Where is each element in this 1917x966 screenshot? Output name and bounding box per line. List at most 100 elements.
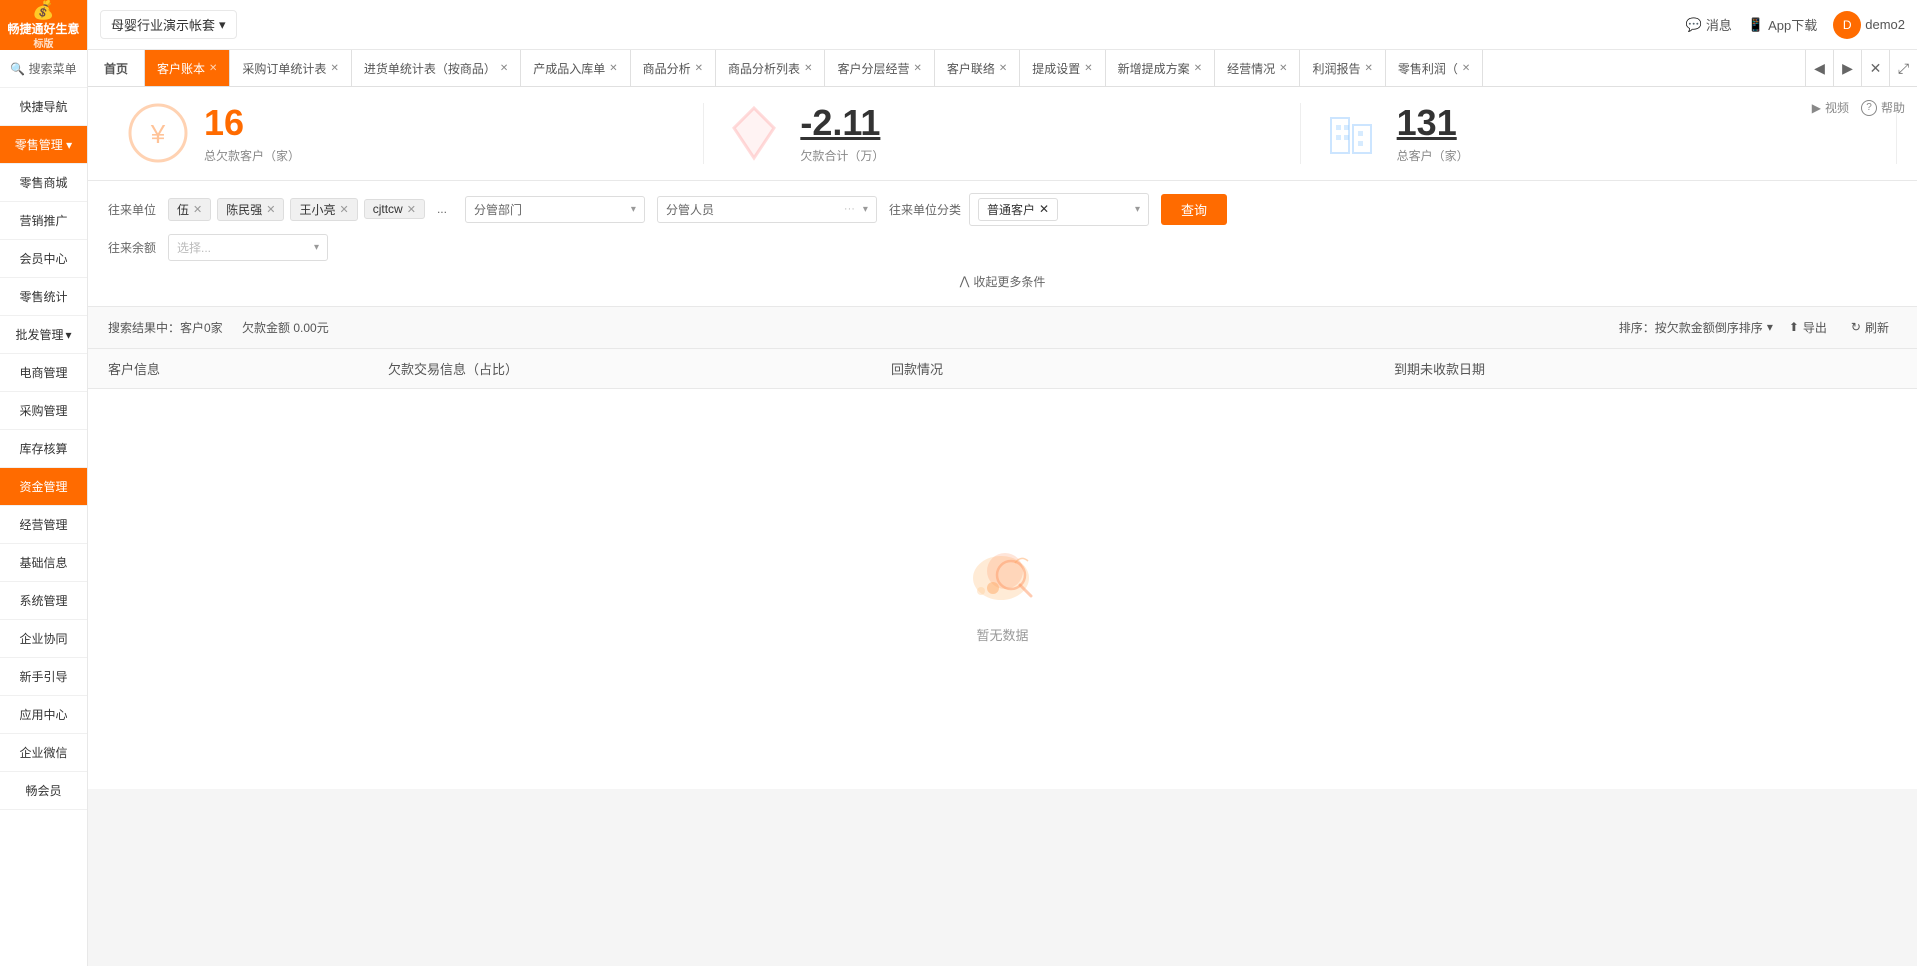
retail-mall-label: 零售商城 — [19, 176, 67, 190]
tab-profit-report-close-icon[interactable]: ✕ — [1365, 63, 1373, 74]
member-label: 会员中心 — [19, 252, 67, 266]
tab-business-status-close-icon[interactable]: ✕ — [1279, 63, 1287, 74]
sidebar-item-enterprise[interactable]: 企业协同 — [0, 620, 87, 658]
sidebar: 💰 畅捷通好生意 标版 🔍 搜索菜单 快捷导航 零售管理 ▾ 零售商城 营销推广… — [0, 0, 88, 966]
tab-close-all-button[interactable]: ✕ — [1861, 50, 1889, 86]
message-button[interactable]: 💬 消息 — [1686, 15, 1732, 34]
stat-icon-building — [1321, 103, 1381, 163]
account-dropdown[interactable]: 母婴行业演示帐套 ▾ — [100, 10, 237, 39]
sidebar-item-basic-info[interactable]: 基础信息 — [0, 544, 87, 582]
sidebar-item-app-center[interactable]: 应用中心 — [0, 696, 87, 734]
avatar: D — [1833, 11, 1861, 39]
tab-home[interactable]: 首页 — [88, 50, 145, 86]
tab-customer-segment[interactable]: 客户分层经营 ✕ — [825, 50, 934, 86]
sidebar-item-marketing[interactable]: 营销推广 — [0, 202, 87, 240]
tab-stock-stats[interactable]: 进货单统计表（按商品） ✕ — [352, 50, 521, 86]
person-filter-select[interactable]: 分管人员 ··· ▾ — [657, 196, 877, 223]
unit-tag-4[interactable]: cjttcw ✕ — [364, 199, 425, 219]
tab-product-analysis-list-close-icon[interactable]: ✕ — [804, 63, 812, 74]
query-button[interactable]: 查询 — [1161, 194, 1227, 225]
stat-value-total-customers[interactable]: 131 — [1397, 103, 1469, 143]
tab-retail-profit-close-icon[interactable]: ✕ — [1462, 63, 1470, 74]
sidebar-item-newbie[interactable]: 新手引导 — [0, 658, 87, 696]
sidebar-item-business-mgmt[interactable]: 经营管理 — [0, 506, 87, 544]
tab-product-stock-close-icon[interactable]: ✕ — [609, 63, 617, 74]
sidebar-item-member[interactable]: 会员中心 — [0, 240, 87, 278]
tab-profit-report[interactable]: 利润报告 ✕ — [1300, 50, 1385, 86]
sidebar-item-finance[interactable]: 资金管理 — [0, 468, 87, 506]
message-label: 消息 — [1706, 15, 1732, 34]
purchase-label: 采购管理 — [19, 404, 67, 418]
unit-more-tags-button[interactable]: ... — [431, 200, 453, 218]
ecommerce-label: 电商管理 — [19, 366, 67, 380]
tab-next-button[interactable]: ▶ — [1833, 50, 1861, 86]
inventory-label: 库存核算 — [19, 442, 67, 456]
stat-value-debt-amount[interactable]: -2.11 — [800, 103, 884, 143]
tab-customer-contact-label: 客户联络 — [947, 60, 995, 77]
person-filter-label: 分管人员 — [666, 201, 714, 218]
tab-product-stock[interactable]: 产成品入库单 ✕ — [521, 50, 630, 86]
dept-filter-select[interactable]: 分管部门 ▾ — [465, 196, 645, 223]
app-logo: 💰 畅捷通好生意 标版 — [0, 0, 87, 50]
app-download-button[interactable]: 📱 App下载 — [1748, 15, 1817, 34]
tab-business-status[interactable]: 经营情况 ✕ — [1215, 50, 1300, 86]
sidebar-item-purchase[interactable]: 采购管理 — [0, 392, 87, 430]
sidebar-item-ecommerce[interactable]: 电商管理 — [0, 354, 87, 392]
collapse-filter-button[interactable]: ⋀ 收起更多条件 — [108, 269, 1897, 294]
tab-retail-profit[interactable]: 零售利润（ ✕ — [1386, 50, 1483, 86]
tab-new-promotion[interactable]: 新增提成方案 ✕ — [1106, 50, 1215, 86]
refresh-button[interactable]: ↻ 刷新 — [1843, 315, 1897, 340]
video-help-button[interactable]: ▶ 视频 — [1812, 99, 1849, 116]
tab-maximize-button[interactable]: ⤢ — [1889, 50, 1917, 86]
unit-tag-3[interactable]: 王小亮 ✕ — [290, 198, 357, 221]
category-selected-tag[interactable]: 普通客户 ✕ — [978, 198, 1058, 221]
tab-customer-account[interactable]: 客户账本 ✕ — [145, 50, 230, 86]
tab-prev-button[interactable]: ◀ — [1805, 50, 1833, 86]
tab-customer-contact-close-icon[interactable]: ✕ — [999, 63, 1007, 74]
logo-icon: 💰 — [7, 0, 79, 22]
sidebar-quick-nav[interactable]: 快捷导航 — [0, 88, 87, 126]
category-tag-close-icon[interactable]: ✕ — [1039, 202, 1049, 216]
tab-customer-contact[interactable]: 客户联络 ✕ — [935, 50, 1020, 86]
unit-tag-2[interactable]: 陈民强 ✕ — [217, 198, 284, 221]
retail-arrow-icon: ▾ — [66, 138, 72, 152]
amount-filter-select[interactable]: 选择... ▾ — [168, 234, 328, 261]
sidebar-item-member-plus[interactable]: 畅会员 — [0, 772, 87, 810]
unit-tag-4-close-icon[interactable]: ✕ — [407, 203, 416, 216]
tab-purchase-order[interactable]: 采购订单统计表 ✕ — [230, 50, 351, 86]
tab-customer-account-close-icon[interactable]: ✕ — [209, 63, 217, 74]
dept-filter-label: 分管部门 — [474, 201, 522, 218]
table-header: 客户信息 欠款交易信息（占比） 回款情况 到期未收款日期 — [88, 349, 1917, 389]
unit-tag-3-close-icon[interactable]: ✕ — [340, 203, 349, 216]
sidebar-item-retail-mall[interactable]: 零售商城 — [0, 164, 87, 202]
tab-promotion-settings-close-icon[interactable]: ✕ — [1084, 63, 1092, 74]
sidebar-item-retail[interactable]: 零售管理 ▾ — [0, 126, 87, 164]
tab-customer-segment-close-icon[interactable]: ✕ — [913, 63, 921, 74]
tab-new-promotion-close-icon[interactable]: ✕ — [1194, 63, 1202, 74]
tab-promotion-settings[interactable]: 提成设置 ✕ — [1020, 50, 1105, 86]
export-button[interactable]: ⬆ 导出 — [1781, 315, 1835, 340]
search-icon: 🔍 — [10, 62, 25, 76]
tab-retail-profit-label: 零售利润（ — [1398, 60, 1458, 77]
sort-button[interactable]: 排序：按欠款金额倒序排序 ▾ — [1619, 319, 1773, 336]
sidebar-item-retail-stats[interactable]: 零售统计 — [0, 278, 87, 316]
tab-product-analysis-close-icon[interactable]: ✕ — [695, 63, 703, 74]
results-debt-summary-text: 欠款金额 0.00元 — [242, 321, 329, 335]
sidebar-item-system[interactable]: 系统管理 — [0, 582, 87, 620]
sidebar-item-wholesale[interactable]: 批发管理 ▾ — [0, 316, 87, 354]
tab-product-analysis-list[interactable]: 商品分析列表 ✕ — [716, 50, 825, 86]
unit-tag-1[interactable]: 伍 ✕ — [168, 198, 211, 221]
sidebar-search[interactable]: 🔍 搜索菜单 — [0, 50, 87, 88]
tab-stock-stats-close-icon[interactable]: ✕ — [500, 63, 508, 74]
filter-area: 往来单位 伍 ✕ 陈民强 ✕ 王小亮 ✕ cjttcw — [88, 181, 1917, 307]
unit-tag-2-close-icon[interactable]: ✕ — [266, 203, 275, 216]
unit-tag-1-close-icon[interactable]: ✕ — [193, 203, 202, 216]
sidebar-item-inventory[interactable]: 库存核算 — [0, 430, 87, 468]
sidebar-item-enterprise-wechat[interactable]: 企业微信 — [0, 734, 87, 772]
help-button[interactable]: ? 帮助 — [1861, 99, 1905, 116]
tab-product-analysis[interactable]: 商品分析 ✕ — [631, 50, 716, 86]
account-dropdown-label: 母婴行业演示帐套 — [111, 15, 215, 34]
category-filter-select[interactable]: 普通客户 ✕ ▾ — [969, 193, 1149, 226]
tab-purchase-order-close-icon[interactable]: ✕ — [330, 63, 338, 74]
user-profile[interactable]: D demo2 — [1833, 11, 1905, 39]
